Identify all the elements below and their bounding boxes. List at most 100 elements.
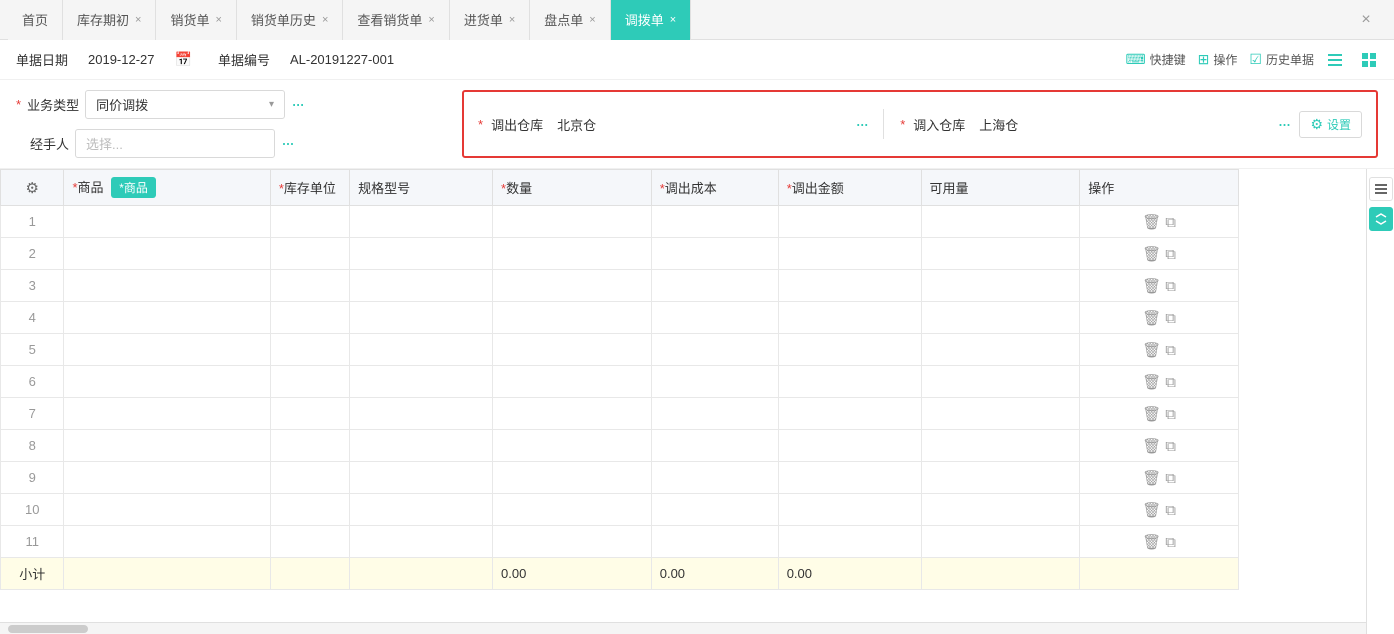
cell-goods[interactable] <box>64 366 270 398</box>
cell-spec[interactable] <box>350 302 493 334</box>
tab-inventory-close[interactable]: × <box>589 14 595 26</box>
tab-home[interactable]: 首页 <box>8 0 63 40</box>
cell-amount[interactable] <box>778 398 921 430</box>
copy-icon[interactable]: ⧉ <box>1165 278 1176 295</box>
copy-icon[interactable]: ⧉ <box>1165 374 1176 391</box>
cell-qty[interactable] <box>493 302 652 334</box>
delete-icon[interactable]: 🗑 <box>1142 470 1161 487</box>
cell-qty[interactable] <box>493 366 652 398</box>
cell-avail[interactable] <box>921 430 1080 462</box>
cell-spec[interactable] <box>350 462 493 494</box>
cell-amount[interactable] <box>778 206 921 238</box>
cell-avail[interactable] <box>921 366 1080 398</box>
cell-spec[interactable] <box>350 430 493 462</box>
cell-avail[interactable] <box>921 238 1080 270</box>
tab-purchase[interactable]: 进货单 × <box>450 0 530 40</box>
cell-spec[interactable] <box>350 366 493 398</box>
delete-icon[interactable]: 🗑 <box>1142 278 1161 295</box>
cell-goods[interactable] <box>64 334 270 366</box>
delete-icon[interactable]: 🗑 <box>1142 374 1161 391</box>
tab-sales-history-close[interactable]: × <box>322 14 328 26</box>
window-close-button[interactable]: × <box>1346 0 1386 40</box>
cell-amount[interactable] <box>778 270 921 302</box>
cell-cost[interactable] <box>651 462 778 494</box>
scan-button[interactable]: *商品 <box>111 177 156 198</box>
cell-amount[interactable] <box>778 302 921 334</box>
cell-spec[interactable] <box>350 526 493 558</box>
delete-icon[interactable]: 🗑 <box>1142 342 1161 359</box>
cell-goods[interactable] <box>64 302 270 334</box>
cell-qty[interactable] <box>493 494 652 526</box>
cell-amount[interactable] <box>778 334 921 366</box>
tab-sales-order[interactable]: 销货单 × <box>156 0 236 40</box>
cell-spec[interactable] <box>350 270 493 302</box>
cell-qty[interactable] <box>493 430 652 462</box>
cell-avail[interactable] <box>921 270 1080 302</box>
tab-inventory-init[interactable]: 库存期初 × <box>63 0 156 40</box>
cell-unit[interactable] <box>270 462 349 494</box>
cell-spec[interactable] <box>350 238 493 270</box>
cell-avail[interactable] <box>921 398 1080 430</box>
tab-view-sales[interactable]: 查看销货单 × <box>343 0 449 40</box>
copy-icon[interactable]: ⧉ <box>1165 310 1176 327</box>
cell-qty[interactable] <box>493 206 652 238</box>
sidebar-list-btn[interactable] <box>1369 177 1393 201</box>
source-warehouse-more[interactable]: ··· <box>855 114 867 135</box>
cell-amount[interactable] <box>778 366 921 398</box>
delete-icon[interactable]: 🗑 <box>1142 246 1161 263</box>
tab-inventory-init-close[interactable]: × <box>135 14 141 26</box>
layout-button-list[interactable] <box>1326 51 1344 69</box>
horizontal-scrollbar[interactable] <box>0 622 1366 634</box>
cell-goods[interactable] <box>64 238 270 270</box>
cell-goods[interactable] <box>64 462 270 494</box>
table-container[interactable]: ⚙ *商品 *商品 *库存单位 规格型号 *数量 *调出成本 *调 <box>0 169 1366 622</box>
cell-avail[interactable] <box>921 206 1080 238</box>
cell-unit[interactable] <box>270 302 349 334</box>
cell-cost[interactable] <box>651 398 778 430</box>
cell-goods[interactable] <box>64 430 270 462</box>
table-gear-icon[interactable]: ⚙ <box>26 180 39 197</box>
cell-avail[interactable] <box>921 526 1080 558</box>
cell-goods[interactable] <box>64 526 270 558</box>
copy-icon[interactable]: ⧉ <box>1165 246 1176 263</box>
cell-amount[interactable] <box>778 462 921 494</box>
cell-avail[interactable] <box>921 462 1080 494</box>
cell-amount[interactable] <box>778 430 921 462</box>
cell-spec[interactable] <box>350 398 493 430</box>
shortcut-button[interactable]: ⌨ 快捷键 <box>1125 51 1185 68</box>
tab-purchase-close[interactable]: × <box>509 14 515 26</box>
cell-amount[interactable] <box>778 526 921 558</box>
cell-avail[interactable] <box>921 302 1080 334</box>
delete-icon[interactable]: 🗑 <box>1142 310 1161 327</box>
cell-cost[interactable] <box>651 494 778 526</box>
delete-icon[interactable]: 🗑 <box>1142 406 1161 423</box>
operation-button[interactable]: ⊞ 操作 <box>1198 51 1238 68</box>
delete-icon[interactable]: 🗑 <box>1142 534 1161 551</box>
cell-cost[interactable] <box>651 238 778 270</box>
tab-sales-history[interactable]: 销货单历史 × <box>237 0 343 40</box>
delete-icon[interactable]: 🗑 <box>1142 438 1161 455</box>
cell-avail[interactable] <box>921 334 1080 366</box>
cell-cost[interactable] <box>651 366 778 398</box>
settings-button[interactable]: ⚙ 设置 <box>1299 111 1362 138</box>
cell-avail[interactable] <box>921 494 1080 526</box>
cell-unit[interactable] <box>270 366 349 398</box>
cell-amount[interactable] <box>778 494 921 526</box>
cell-unit[interactable] <box>270 206 349 238</box>
cell-cost[interactable] <box>651 270 778 302</box>
business-type-select[interactable]: 同价调拨 ▾ <box>85 90 285 119</box>
operator-more[interactable]: ··· <box>281 133 293 154</box>
copy-icon[interactable]: ⧉ <box>1165 406 1176 423</box>
tab-sales-order-close[interactable]: × <box>215 14 221 26</box>
th-settings[interactable]: ⚙ <box>1 170 64 206</box>
scroll-thumb[interactable] <box>8 625 88 633</box>
cell-qty[interactable] <box>493 526 652 558</box>
calendar-icon[interactable]: 📅 <box>175 51 192 68</box>
operator-select[interactable]: 选择... <box>75 129 275 158</box>
cell-cost[interactable] <box>651 430 778 462</box>
delete-icon[interactable]: 🗑 <box>1142 502 1161 519</box>
tab-view-sales-close[interactable]: × <box>428 14 434 26</box>
copy-icon[interactable]: ⧉ <box>1165 214 1176 231</box>
cell-cost[interactable] <box>651 302 778 334</box>
cell-goods[interactable] <box>64 494 270 526</box>
